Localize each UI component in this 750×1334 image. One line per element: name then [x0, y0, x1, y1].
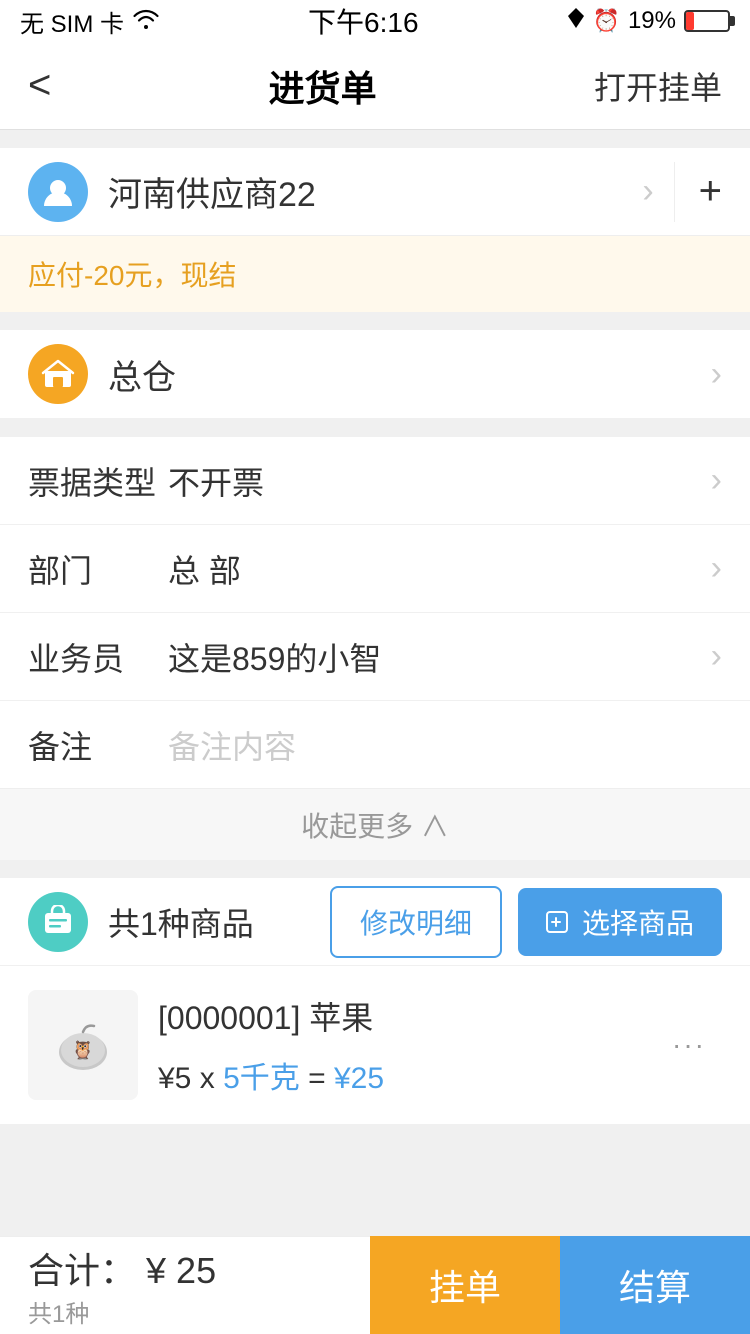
warehouse-chevron-icon: › — [711, 355, 722, 394]
section-gap-1 — [0, 130, 750, 148]
remark-row[interactable]: 备注 备注内容 — [0, 700, 750, 788]
wifi-icon — [132, 7, 160, 36]
form-section: 票据类型 不开票 › 部门 总 部 › 业务员 这是859的小智 › 备注 备注… — [0, 436, 750, 788]
status-bar: 无 SIM 卡 下午6:16 ⏰ 19% — [0, 0, 750, 42]
status-left: 无 SIM 卡 — [20, 4, 160, 39]
invoice-row[interactable]: 票据类型 不开票 › — [0, 436, 750, 524]
status-time: 下午6:16 — [308, 1, 419, 41]
modify-detail-button[interactable]: 修改明细 — [330, 886, 502, 958]
settle-button[interactable]: 结算 — [560, 1236, 750, 1334]
select-product-label: 选择商品 — [582, 902, 694, 942]
total-amount: 合计： ¥ 25 — [28, 1242, 342, 1294]
product-name: [0000001] 苹果 — [158, 993, 656, 1039]
total-label: 合计： — [28, 1250, 136, 1291]
dept-row[interactable]: 部门 总 部 › — [0, 524, 750, 612]
product-count: 共1种商品 — [108, 899, 330, 945]
remark-input[interactable]: 备注内容 — [168, 722, 722, 768]
unit-price: ¥5 — [158, 1062, 191, 1095]
battery-percent: 19% — [628, 7, 676, 35]
product-code: [0000001] — [158, 1000, 300, 1036]
product-item: 🦉 [0000001] 苹果 ¥5 x 5千克 = ¥25 ··· — [0, 966, 750, 1125]
select-product-button[interactable]: 选择商品 — [518, 888, 722, 956]
sales-row[interactable]: 业务员 这是859的小智 › — [0, 612, 750, 700]
product-title: 苹果 — [309, 1000, 373, 1036]
location-icon — [567, 7, 585, 36]
product-header: 共1种商品 修改明细 选择商品 — [0, 878, 750, 966]
invoice-label: 票据类型 — [28, 458, 168, 504]
dept-value: 总 部 — [168, 546, 711, 592]
invoice-value: 不开票 — [168, 458, 711, 504]
dept-label: 部门 — [28, 546, 168, 592]
carrier-text: 无 SIM 卡 — [20, 4, 124, 39]
section-gap-4 — [0, 860, 750, 878]
page-title: 进货单 — [269, 60, 377, 112]
warehouse-row[interactable]: 总仓 › — [0, 330, 750, 418]
section-gap-2 — [0, 312, 750, 330]
supplier-name: 河南供应商22 — [108, 167, 642, 216]
battery-icon — [684, 10, 730, 32]
item-total: ¥25 — [334, 1062, 384, 1095]
remark-label: 备注 — [28, 722, 168, 768]
back-button[interactable]: < — [28, 63, 51, 108]
nav-bar: < 进货单 打开挂单 — [0, 42, 750, 130]
dept-chevron-icon: › — [711, 549, 722, 588]
alarm-icon: ⏰ — [593, 8, 620, 34]
payment-hint: 应付-20元，现结 — [0, 236, 750, 312]
sales-chevron-icon: › — [711, 637, 722, 676]
product-price: ¥5 x 5千克 = ¥25 — [158, 1053, 656, 1097]
bottom-spacer — [0, 1125, 750, 1223]
section-gap-3 — [0, 418, 750, 436]
warehouse-name: 总仓 — [108, 350, 711, 399]
sales-value: 这是859的小智 — [168, 634, 711, 680]
supplier-section: 河南供应商22 › + 应付-20元，现结 — [0, 148, 750, 312]
supplier-avatar — [28, 162, 88, 222]
quantity: 5千克 — [223, 1062, 300, 1095]
status-right: ⏰ 19% — [567, 7, 730, 36]
product-more-button[interactable]: ··· — [656, 1021, 722, 1069]
supplier-chevron-icon: › — [642, 172, 653, 211]
product-icon — [28, 892, 88, 952]
sales-label: 业务员 — [28, 634, 168, 680]
open-pending-button[interactable]: 打开挂单 — [594, 63, 722, 109]
product-thumbnail: 🦉 — [28, 990, 138, 1100]
pending-button[interactable]: 挂单 — [370, 1236, 560, 1334]
bottom-bar: 合计： ¥ 25 共1种 挂单 结算 — [0, 1236, 750, 1334]
total-count: 共1种 — [28, 1294, 342, 1329]
collapse-button[interactable]: 收起更多 ∧ — [0, 788, 750, 860]
svg-text:🦉: 🦉 — [72, 1040, 94, 1060]
total-section: 合计： ¥ 25 共1种 — [0, 1236, 370, 1334]
warehouse-icon — [28, 344, 88, 404]
add-supplier-button[interactable]: + — [674, 162, 722, 222]
product-info: [0000001] 苹果 ¥5 x 5千克 = ¥25 — [158, 993, 656, 1097]
supplier-row[interactable]: 河南供应商22 › + — [0, 148, 750, 236]
warehouse-section: 总仓 › — [0, 330, 750, 418]
total-value: ¥ 25 — [146, 1250, 216, 1291]
invoice-chevron-icon: › — [711, 461, 722, 500]
